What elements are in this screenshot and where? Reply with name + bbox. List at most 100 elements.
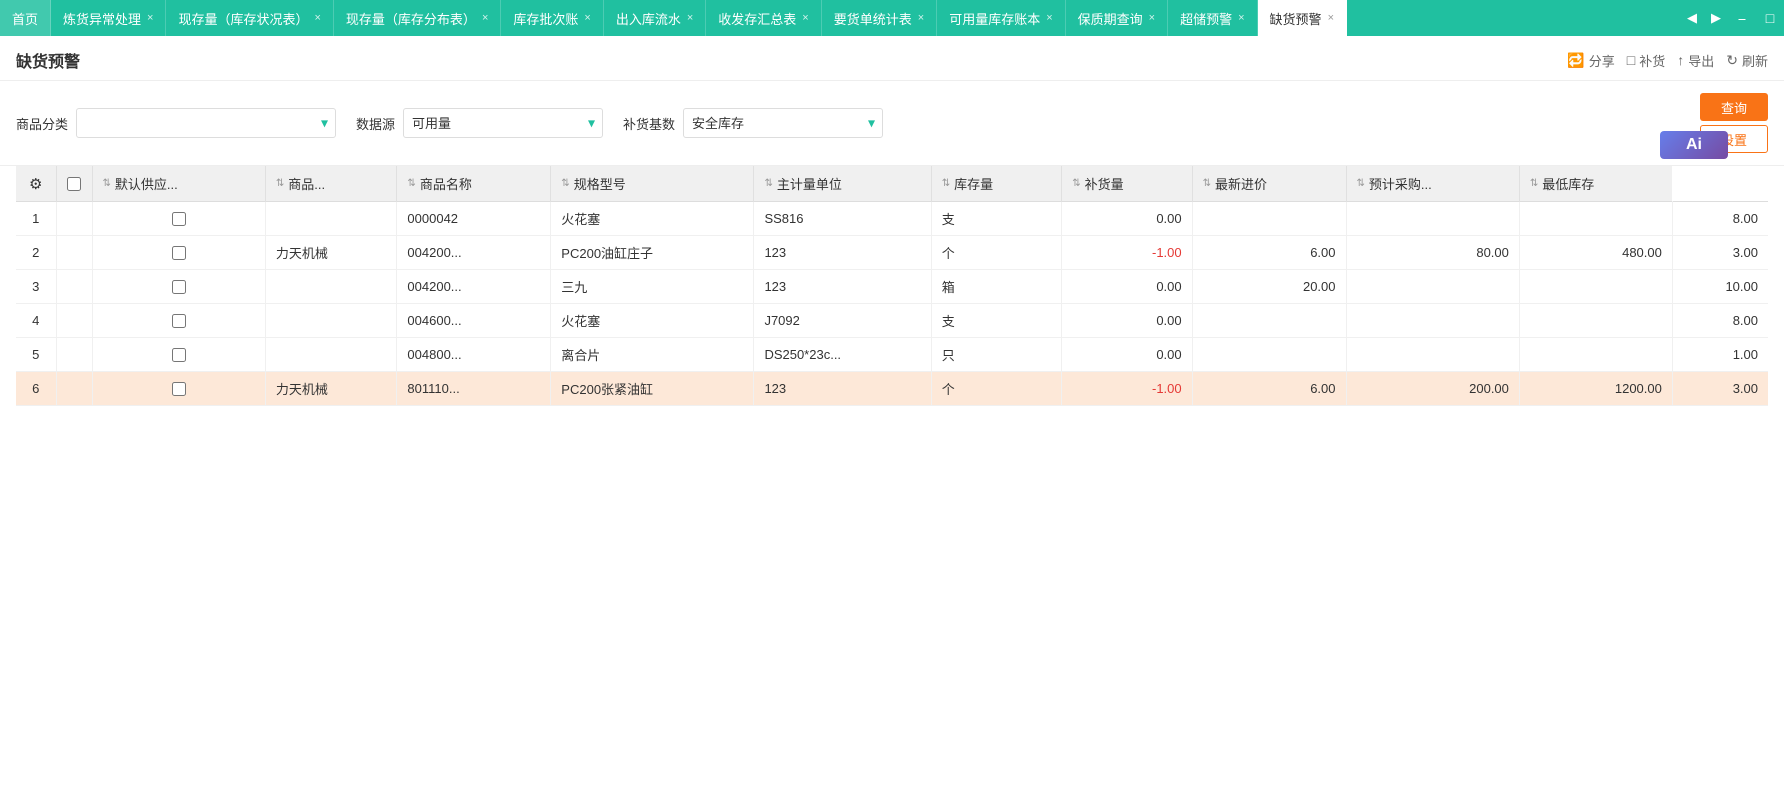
category-label: 商品分类 xyxy=(16,114,68,133)
row-stock: -1.00 xyxy=(1062,236,1192,270)
export-button[interactable]: ↑ 导出 xyxy=(1677,51,1714,70)
gear-icon[interactable]: ⚙ xyxy=(29,175,42,193)
datasource-select[interactable]: 可用量 xyxy=(403,108,603,138)
tab-available[interactable]: 可用量库存账本 × xyxy=(937,0,1065,36)
row-estimated-purchase xyxy=(1519,304,1672,338)
replenish-label: 补货 xyxy=(1639,51,1665,70)
row-supplier xyxy=(265,270,397,304)
sort-icon-unit: ⇅ xyxy=(764,178,772,189)
row-latest-price: 200.00 xyxy=(1346,372,1519,406)
row-checkbox[interactable] xyxy=(172,314,186,328)
tab-available-close[interactable]: × xyxy=(1046,12,1052,24)
row-latest-price xyxy=(1346,202,1519,236)
export-label: 导出 xyxy=(1688,51,1714,70)
tab-inout-close[interactable]: × xyxy=(687,12,693,24)
row-stock: -1.00 xyxy=(1062,372,1192,406)
th-product-code: ⇅ 商品... xyxy=(265,166,397,202)
th-replenish: ⇅ 补货量 xyxy=(1062,166,1192,202)
row-min-stock: 3.00 xyxy=(1672,372,1768,406)
row-supplier xyxy=(265,202,397,236)
tab-inout[interactable]: 出入库流水 × xyxy=(604,0,706,36)
tab-home[interactable]: 首页 xyxy=(0,0,51,36)
tab-requisition-close[interactable]: × xyxy=(918,12,924,24)
category-select[interactable] xyxy=(76,108,336,138)
th-replenish-label: 补货量 xyxy=(1085,174,1124,193)
table-row: 1 0000042 火花塞 SS816 支 0.00 8.00 xyxy=(16,202,1768,236)
tab-collect[interactable]: 收发存汇总表 × xyxy=(706,0,821,36)
select-all-checkbox[interactable] xyxy=(67,177,81,191)
query-button[interactable]: 查询 xyxy=(1700,93,1768,121)
tab-maximize-btn[interactable]: □ xyxy=(1756,0,1784,36)
table-row: 5 004800... 离合片 DS250*23c... 只 0.00 1.00 xyxy=(16,338,1768,372)
share-button[interactable]: 🔁 分享 xyxy=(1567,51,1614,70)
row-spec: J7092 xyxy=(754,304,931,338)
tab-collect-close[interactable]: × xyxy=(802,12,808,24)
th-checkbox xyxy=(56,166,92,202)
tab-stock-status-close[interactable]: × xyxy=(314,12,320,24)
th-supplier: ⇅ 默认供应... xyxy=(92,166,265,202)
tab-prev-btn[interactable]: ◀ xyxy=(1680,0,1704,36)
row-replenish xyxy=(1192,304,1346,338)
sort-icon-estimated-purchase: ⇅ xyxy=(1357,178,1365,189)
row-unit: 个 xyxy=(931,372,1061,406)
tab-batch-close[interactable]: × xyxy=(584,12,590,24)
tab-abnormal[interactable]: 炼货异常处理 × xyxy=(51,0,166,36)
row-checkbox[interactable] xyxy=(172,348,186,362)
tab-stock-status[interactable]: 现存量（库存状况表） × xyxy=(166,0,333,36)
row-checkbox[interactable] xyxy=(172,280,186,294)
row-checkbox[interactable] xyxy=(172,246,186,260)
row-replenish: 20.00 xyxy=(1192,270,1346,304)
th-latest-price-label: 最新进价 xyxy=(1215,174,1267,193)
table-row: 4 004600... 火花塞 J7092 支 0.00 8.00 xyxy=(16,304,1768,338)
row-product-code: 004800... xyxy=(397,338,551,372)
row-checkbox[interactable] xyxy=(172,212,186,226)
row-stock: 0.00 xyxy=(1062,338,1192,372)
category-filter-group: 商品分类 xyxy=(16,108,336,138)
refresh-label: 刷新 xyxy=(1742,51,1768,70)
row-latest-price xyxy=(1346,304,1519,338)
refresh-button[interactable]: ↻ 刷新 xyxy=(1726,51,1768,70)
row-spec: DS250*23c... xyxy=(754,338,931,372)
sort-icon-min-stock: ⇅ xyxy=(1530,178,1538,189)
row-unit: 支 xyxy=(931,202,1061,236)
th-min-stock: ⇅ 最低库存 xyxy=(1519,166,1672,202)
datasource-label: 数据源 xyxy=(356,114,395,133)
row-min-stock: 10.00 xyxy=(1672,270,1768,304)
tab-shortage[interactable]: 缺货预警 × xyxy=(1258,0,1347,36)
tab-expiry[interactable]: 保质期查询 × xyxy=(1066,0,1168,36)
th-spec: ⇅ 规格型号 xyxy=(551,166,754,202)
replenish-button[interactable]: □ 补货 xyxy=(1627,51,1665,70)
row-stock: 0.00 xyxy=(1062,270,1192,304)
tab-minimize-btn[interactable]: ⎯ xyxy=(1728,0,1756,36)
tab-overstock[interactable]: 超储预警 × xyxy=(1168,0,1257,36)
tab-batch[interactable]: 库存批次账 × xyxy=(501,0,603,36)
tab-expiry-close[interactable]: × xyxy=(1149,12,1155,24)
main-content: 缺货预警 🔁 分享 □ 补货 ↑ 导出 ↻ 刷新 商品分类 xyxy=(0,36,1784,796)
row-product-code: 004600... xyxy=(397,304,551,338)
tab-abnormal-close[interactable]: × xyxy=(147,12,153,24)
th-latest-price: ⇅ 最新进价 xyxy=(1192,166,1346,202)
ai-badge[interactable]: Ai xyxy=(1660,131,1728,159)
tab-next-btn[interactable]: ▶ xyxy=(1704,0,1728,36)
row-gear-cell xyxy=(56,304,92,338)
sort-icon-product-name: ⇅ xyxy=(407,178,415,189)
th-gear: ⚙ xyxy=(16,166,56,202)
sort-icon-product-code: ⇅ xyxy=(276,178,284,189)
replenish-base-select[interactable]: 安全库存 xyxy=(683,108,883,138)
sort-icon-latest-price: ⇅ xyxy=(1203,178,1211,189)
tab-overstock-close[interactable]: × xyxy=(1238,12,1244,24)
row-checkbox-cell xyxy=(92,372,265,406)
tab-shortage-close[interactable]: × xyxy=(1328,12,1334,24)
row-checkbox[interactable] xyxy=(172,382,186,396)
tab-requisition[interactable]: 要货单统计表 × xyxy=(822,0,937,36)
row-replenish: 6.00 xyxy=(1192,236,1346,270)
row-spec: SS816 xyxy=(754,202,931,236)
row-product-name: 三九 xyxy=(551,270,754,304)
tab-stock-dist[interactable]: 现存量（库存分布表） × xyxy=(334,0,501,36)
ai-label: Ai xyxy=(1686,136,1702,154)
row-supplier: 力天机械 xyxy=(265,372,397,406)
tab-stock-dist-close[interactable]: × xyxy=(482,12,488,24)
row-checkbox-cell xyxy=(92,236,265,270)
th-estimated-purchase: ⇅ 预计采购... xyxy=(1346,166,1519,202)
tab-batch-label: 库存批次账 xyxy=(513,9,578,28)
